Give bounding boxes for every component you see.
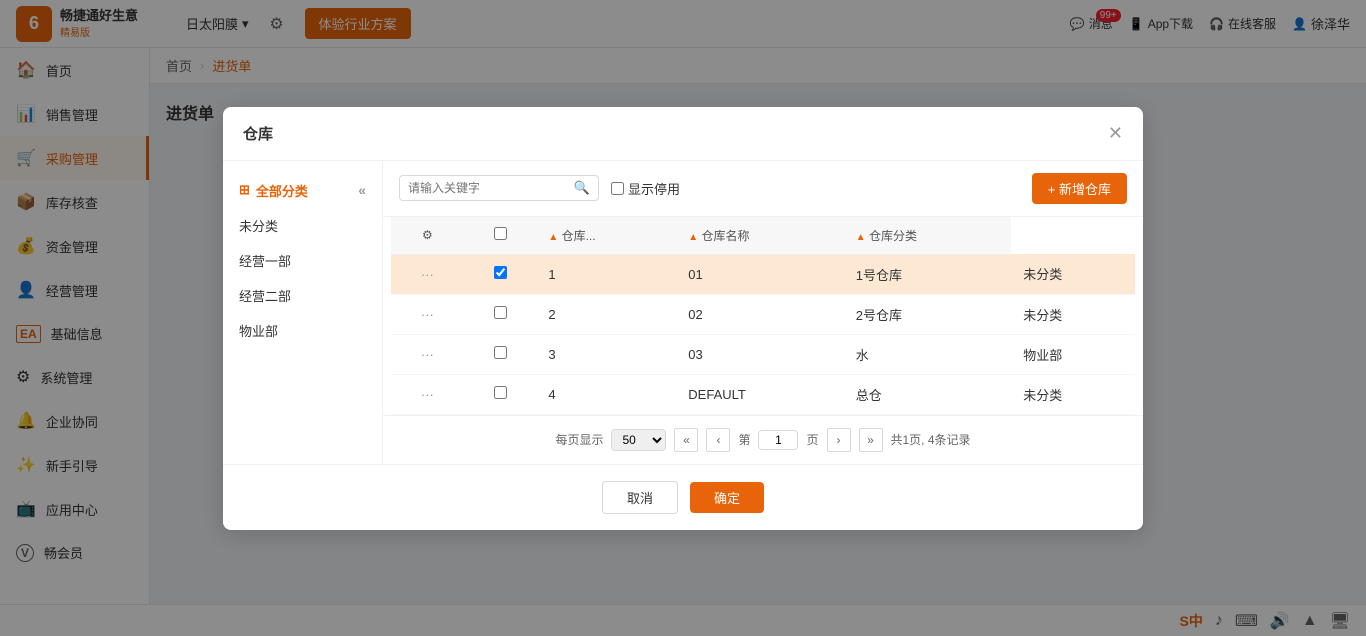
row-name: 总仓	[844, 374, 1011, 414]
row-id: 4	[536, 374, 676, 414]
add-warehouse-button[interactable]: + 新增仓库	[1032, 173, 1127, 204]
row-name: 2号仓库	[844, 294, 1011, 334]
cancel-button[interactable]: 取消	[602, 481, 678, 514]
search-box: 🔍	[399, 175, 599, 201]
modal-header: 仓库 ✕	[223, 107, 1143, 161]
table-row[interactable]: ··· 1 01 1号仓库 未分类	[391, 254, 1135, 294]
row-checkbox-cell[interactable]	[464, 254, 537, 294]
row-checkbox[interactable]	[494, 266, 507, 279]
table-area: ⚙ ▲ 仓库... ▲ 仓库名称 ▲ 仓库分类 ··· 1 01 1号	[383, 217, 1143, 415]
row-category: 未分类	[1011, 374, 1135, 414]
grid-icon: ⊞	[239, 182, 250, 198]
collapse-icon[interactable]: «	[358, 182, 366, 198]
modal-toolbar: 🔍 显示停用 + 新增仓库	[383, 161, 1143, 217]
table-row[interactable]: ··· 2 02 2号仓库 未分类	[391, 294, 1135, 334]
table-row[interactable]: ··· 3 03 水 物业部	[391, 334, 1135, 374]
pagination: 每页显示 50 100 « ‹ 第 页 › » 共1页, 4条记录	[383, 415, 1143, 464]
row-checkbox-cell[interactable]	[464, 334, 537, 374]
modal-footer: 取消 确定	[223, 464, 1143, 530]
show-disabled-checkbox[interactable]	[611, 182, 624, 195]
row-checkbox-cell[interactable]	[464, 294, 537, 334]
row-settings-icon[interactable]: ···	[391, 334, 464, 374]
row-code: 03	[676, 334, 843, 374]
row-checkbox[interactable]	[494, 306, 507, 319]
row-checkbox-cell[interactable]	[464, 374, 537, 414]
prev-page-button[interactable]: ‹	[706, 428, 730, 452]
row-name: 1号仓库	[844, 254, 1011, 294]
row-code: DEFAULT	[676, 374, 843, 414]
row-checkbox[interactable]	[494, 386, 507, 399]
row-id: 2	[536, 294, 676, 334]
next-page-button[interactable]: ›	[827, 428, 851, 452]
row-category: 未分类	[1011, 254, 1135, 294]
modal-title: 仓库	[243, 123, 273, 144]
search-icon: 🔍	[574, 180, 590, 196]
th-name: ▲ 仓库名称	[676, 217, 843, 255]
page-unit: 页	[806, 431, 818, 448]
row-settings-icon[interactable]: ···	[391, 294, 464, 334]
warehouse-table: ⚙ ▲ 仓库... ▲ 仓库名称 ▲ 仓库分类 ··· 1 01 1号	[391, 217, 1135, 415]
row-code: 01	[676, 254, 843, 294]
category-item-biz1[interactable]: 经营一部	[223, 243, 382, 278]
right-panel: 🔍 显示停用 + 新增仓库 ⚙	[383, 161, 1143, 464]
row-name: 水	[844, 334, 1011, 374]
row-code: 02	[676, 294, 843, 334]
select-all-checkbox[interactable]	[494, 227, 507, 240]
table-row[interactable]: ··· 4 DEFAULT 总仓 未分类	[391, 374, 1135, 414]
row-id: 1	[536, 254, 676, 294]
th-category: ▲ 仓库分类	[844, 217, 1011, 255]
row-category: 未分类	[1011, 294, 1135, 334]
search-input[interactable]	[408, 181, 568, 195]
first-page-button[interactable]: «	[674, 428, 698, 452]
th-code: ▲ 仓库...	[536, 217, 676, 255]
category-item-unclassified[interactable]: 未分类	[223, 208, 382, 243]
row-checkbox[interactable]	[494, 346, 507, 359]
last-page-button[interactable]: »	[859, 428, 883, 452]
show-disabled-checkbox-label[interactable]: 显示停用	[611, 179, 680, 198]
row-id: 3	[536, 334, 676, 374]
row-settings-icon[interactable]: ···	[391, 254, 464, 294]
row-settings-icon[interactable]: ···	[391, 374, 464, 414]
modal-close-button[interactable]: ✕	[1108, 124, 1123, 142]
total-records-label: 共1页, 4条记录	[891, 431, 971, 448]
per-page-select[interactable]: 50 100	[611, 429, 666, 451]
th-settings: ⚙	[391, 217, 464, 255]
category-all-header[interactable]: ⊞ 全部分类 «	[223, 173, 382, 208]
category-panel: ⊞ 全部分类 « 未分类 经营一部 经营二部 物业部	[223, 161, 383, 464]
confirm-button[interactable]: 确定	[690, 482, 764, 513]
th-checkbox	[464, 217, 537, 255]
category-all-label: 全部分类	[256, 181, 308, 200]
page-number-input[interactable]	[758, 430, 798, 450]
modal-overlay: 仓库 ✕ ⊞ 全部分类 « 未分类 经营一部 经营二部	[0, 0, 1366, 636]
per-page-label: 每页显示	[555, 431, 603, 448]
category-item-property[interactable]: 物业部	[223, 313, 382, 348]
page-label: 第	[738, 431, 750, 448]
modal-body: ⊞ 全部分类 « 未分类 经营一部 经营二部 物业部	[223, 161, 1143, 464]
warehouse-modal: 仓库 ✕ ⊞ 全部分类 « 未分类 经营一部 经营二部	[223, 107, 1143, 530]
category-item-biz2[interactable]: 经营二部	[223, 278, 382, 313]
row-category: 物业部	[1011, 334, 1135, 374]
show-disabled-label: 显示停用	[628, 179, 680, 198]
